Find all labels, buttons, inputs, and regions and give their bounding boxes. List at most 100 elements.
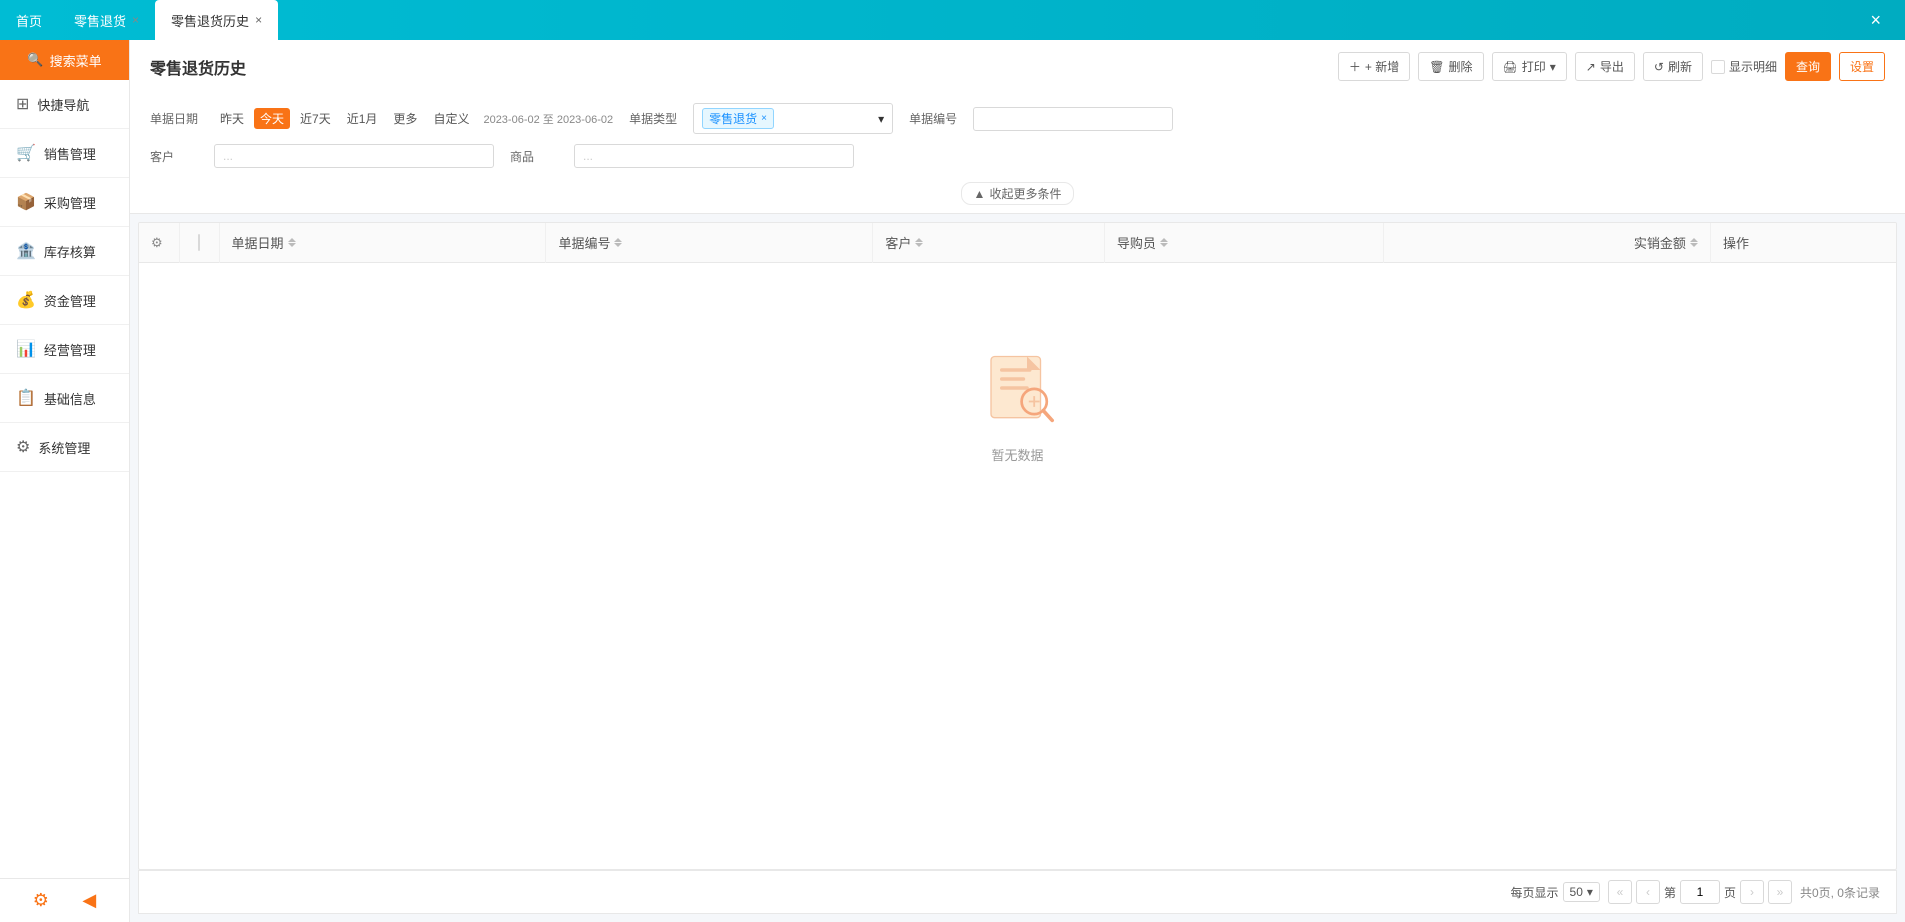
refresh-label: 刷新 bbox=[1668, 58, 1692, 75]
prev-page-button[interactable]: ‹ bbox=[1636, 880, 1660, 904]
query-label: 查询 bbox=[1796, 58, 1820, 75]
collapse-button[interactable]: ▲ 收起更多条件 bbox=[961, 182, 1075, 205]
new-button[interactable]: ＋ + 新增 bbox=[1338, 52, 1410, 81]
th-no-sort[interactable]: 单据编号 bbox=[558, 233, 860, 252]
page-size-value: 50 bbox=[1570, 885, 1583, 899]
th-no-label: 单据编号 bbox=[558, 233, 610, 252]
sidebar-item-purchase-mgmt[interactable]: 📦 采购管理 bbox=[0, 178, 129, 227]
tab-retail-return-history[interactable]: 零售退货历史 × bbox=[155, 0, 278, 40]
sidebar-item-quick-nav[interactable]: ⊞ 快捷导航 bbox=[0, 80, 129, 129]
voucher-no-input[interactable] bbox=[973, 107, 1173, 131]
query-button[interactable]: 查询 bbox=[1785, 52, 1831, 81]
sidebar-item-purchase-label: 采购管理 bbox=[44, 193, 96, 212]
no-sort-arrows bbox=[614, 238, 622, 247]
select-all-checkbox[interactable] bbox=[198, 234, 200, 251]
sidebar-item-system[interactable]: ⚙ 系统管理 bbox=[0, 423, 129, 472]
new-icon: ＋ bbox=[1349, 58, 1361, 75]
data-table: ⚙ 单据日期 bbox=[139, 223, 1896, 544]
print-dropdown-icon: ▾ bbox=[1550, 60, 1556, 74]
refresh-button[interactable]: ↺ 刷新 bbox=[1643, 52, 1703, 81]
empty-state-row: 暂无数据 bbox=[139, 263, 1896, 545]
date-opt-more[interactable]: 更多 bbox=[387, 108, 423, 129]
inventory-icon: 🏦 bbox=[16, 241, 36, 261]
first-page-button[interactable]: « bbox=[1608, 880, 1632, 904]
tab-retail-return-close[interactable]: × bbox=[132, 13, 139, 27]
show-detail-checkbox[interactable] bbox=[1711, 60, 1725, 74]
sidebar-item-sales-mgmt[interactable]: 🛒 销售管理 bbox=[0, 129, 129, 178]
customer-sort-up bbox=[915, 238, 923, 242]
sidebar-search[interactable]: 🔍 搜索菜单 bbox=[0, 40, 129, 80]
sidebar-item-basic-info[interactable]: 📋 基础信息 bbox=[0, 374, 129, 423]
settings-button[interactable]: 设置 bbox=[1839, 52, 1885, 81]
customer-placeholder: ... bbox=[223, 149, 233, 163]
date-options: 昨天 今天 近7天 近1月 更多 自定义 2023-06-02 至 2023-0… bbox=[214, 108, 613, 129]
date-opt-today[interactable]: 今天 bbox=[254, 108, 290, 129]
delete-label: 删除 bbox=[1449, 58, 1473, 75]
content-area: 零售退货历史 ＋ + 新增 🗑 删除 🖨 打印 ▾ bbox=[130, 40, 1905, 922]
voucher-type-select[interactable]: 零售退货 × ▾ bbox=[693, 103, 893, 134]
amount-sort-arrows bbox=[1690, 238, 1698, 247]
sidebar-item-finance[interactable]: 💰 资金管理 bbox=[0, 276, 129, 325]
print-icon: 🖨 bbox=[1503, 60, 1518, 74]
page-chapter-label: 第 bbox=[1664, 884, 1676, 901]
sidebar-item-finance-label: 资金管理 bbox=[44, 291, 96, 310]
sidebar-item-inventory[interactable]: 🏦 库存核算 bbox=[0, 227, 129, 276]
date-opt-custom[interactable]: 自定义 bbox=[427, 108, 475, 129]
tab-home[interactable]: 首页 bbox=[0, 0, 58, 40]
page-number-input[interactable] bbox=[1680, 880, 1720, 904]
next-page-button[interactable]: › bbox=[1740, 880, 1764, 904]
page-nav: « ‹ 第 页 › » bbox=[1608, 880, 1792, 904]
date-opt-yesterday[interactable]: 昨天 bbox=[214, 108, 250, 129]
window-close-button[interactable]: × bbox=[1862, 10, 1889, 31]
page-title: 零售退货历史 bbox=[150, 55, 246, 79]
show-detail-toggle[interactable]: 显示明细 bbox=[1711, 58, 1777, 75]
goods-input[interactable]: ... bbox=[574, 144, 854, 168]
empty-state: 暂无数据 bbox=[139, 263, 1896, 544]
page-title-row: 零售退货历史 ＋ + 新增 🗑 删除 🖨 打印 ▾ bbox=[150, 52, 1885, 81]
sidebar-item-operation[interactable]: 📊 经营管理 bbox=[0, 325, 129, 374]
table-body: 暂无数据 bbox=[139, 263, 1896, 545]
filter-area: 单据日期 昨天 今天 近7天 近1月 更多 自定义 2023-06-02 至 2… bbox=[150, 93, 1885, 213]
print-button[interactable]: 🖨 打印 ▾ bbox=[1492, 52, 1567, 81]
th-customer-label: 客户 bbox=[885, 233, 911, 252]
voucher-type-tag-close[interactable]: × bbox=[761, 113, 767, 124]
page-total: 共0页, 0条记录 bbox=[1800, 884, 1880, 901]
column-settings-icon[interactable]: ⚙ bbox=[151, 235, 163, 250]
basic-info-icon: 📋 bbox=[16, 388, 36, 408]
finance-icon: 💰 bbox=[16, 290, 36, 310]
voucher-type-label: 单据类型 bbox=[629, 110, 677, 127]
delete-button[interactable]: 🗑 删除 bbox=[1418, 52, 1483, 81]
th-guide-sort[interactable]: 导购员 bbox=[1117, 233, 1371, 252]
th-amount-sort[interactable]: 实销金额 bbox=[1396, 233, 1698, 252]
settings-label: 设置 bbox=[1850, 58, 1874, 75]
last-page-icon: » bbox=[1777, 885, 1784, 899]
last-page-button[interactable]: » bbox=[1768, 880, 1792, 904]
date-opt-7days[interactable]: 近7天 bbox=[294, 108, 337, 129]
table-header-row: ⚙ 单据日期 bbox=[139, 223, 1896, 263]
th-date-sort[interactable]: 单据日期 bbox=[232, 233, 534, 252]
filter-row-1: 单据日期 昨天 今天 近7天 近1月 更多 自定义 2023-06-02 至 2… bbox=[150, 103, 1885, 134]
voucher-type-tag: 零售退货 × bbox=[702, 108, 774, 129]
date-opt-1month[interactable]: 近1月 bbox=[341, 108, 384, 129]
export-button[interactable]: ↗ 导出 bbox=[1575, 52, 1635, 81]
page-size-dropdown-icon: ▾ bbox=[1587, 885, 1593, 899]
th-date-label: 单据日期 bbox=[232, 233, 284, 252]
sales-icon: 🛒 bbox=[16, 143, 36, 163]
collapse-sidebar-icon[interactable]: ◀ bbox=[82, 890, 96, 911]
date-sort-down bbox=[288, 243, 296, 247]
tab-retail-return-history-close[interactable]: × bbox=[255, 13, 262, 27]
date-range-text: 2023-06-02 至 2023-06-02 bbox=[483, 111, 613, 127]
tab-home-label: 首页 bbox=[16, 11, 42, 30]
tab-retail-return[interactable]: 零售退货 × bbox=[58, 0, 155, 40]
th-customer-sort[interactable]: 客户 bbox=[885, 233, 1091, 252]
page-size-box[interactable]: 50 ▾ bbox=[1563, 882, 1600, 902]
amount-sort-up bbox=[1690, 238, 1698, 242]
voucher-type-value: 零售退货 × bbox=[702, 108, 774, 129]
th-guide-label: 导购员 bbox=[1117, 233, 1156, 252]
settings-bottom-icon[interactable]: ⚙ bbox=[33, 890, 49, 911]
export-label: 导出 bbox=[1600, 58, 1624, 75]
guide-sort-up bbox=[1160, 238, 1168, 242]
th-no: 单据编号 bbox=[546, 223, 873, 263]
page-size-select: 每页显示 50 ▾ bbox=[1511, 882, 1600, 902]
customer-input[interactable]: ... bbox=[214, 144, 494, 168]
